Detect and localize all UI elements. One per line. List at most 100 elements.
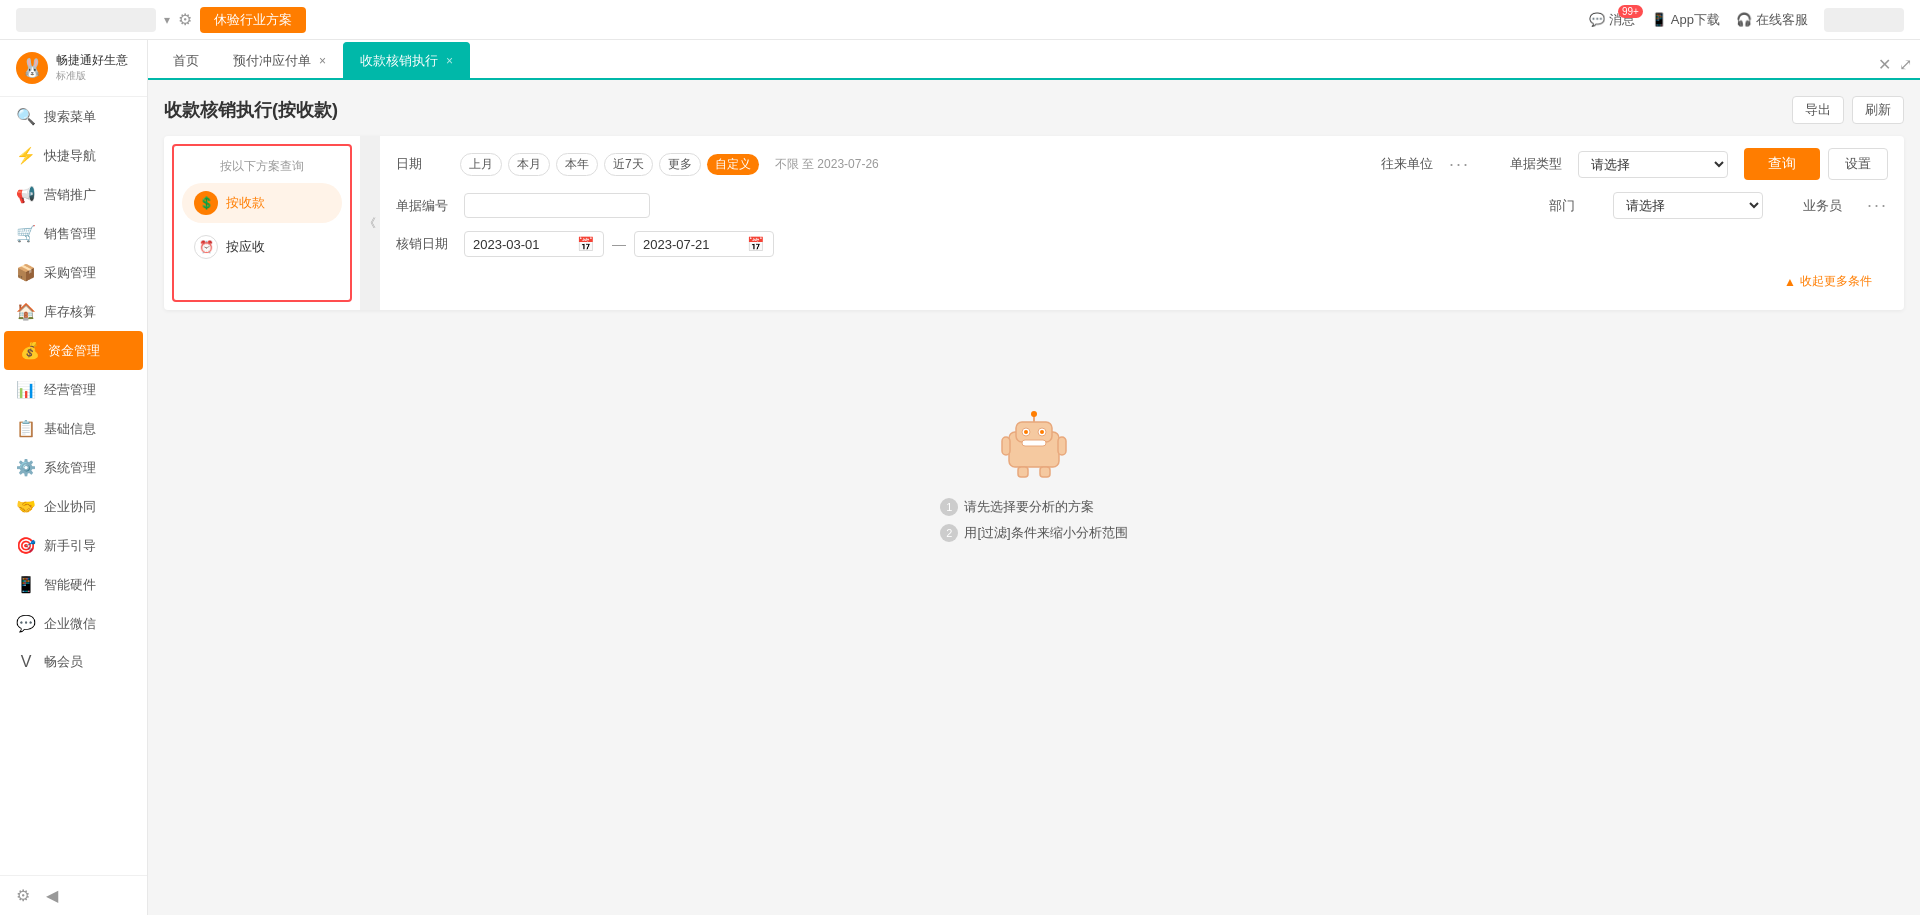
tab-home[interactable]: 首页 (156, 42, 216, 78)
sidebar-item-label: 采购管理 (44, 264, 96, 282)
date-btn-more[interactable]: 更多 (659, 153, 701, 176)
tab-prepay-close[interactable]: × (319, 54, 326, 68)
sidebar-item-member[interactable]: V 畅会员 (0, 643, 147, 681)
date-range-text: 不限 至 2023-07-26 (775, 156, 879, 173)
collapse-sidebar-icon[interactable]: ◀ (46, 886, 58, 905)
online-service-label: 在线客服 (1756, 11, 1808, 29)
sidebar-item-finance[interactable]: 💰 资金管理 (4, 331, 143, 370)
sidebar-item-hardware[interactable]: 📱 智能硬件 (0, 565, 147, 604)
query-by-receivable[interactable]: ⏰ 按应收 (182, 227, 342, 267)
verify-date-end-box: 📅 (634, 231, 774, 257)
sidebar-item-label: 资金管理 (48, 342, 100, 360)
app-download[interactable]: 📱 App下载 (1651, 11, 1720, 29)
empty-hint-2-text: 用[过滤]条件来缩小分析范围 (964, 524, 1127, 542)
sidebar-item-operations[interactable]: 📊 经营管理 (0, 370, 147, 409)
counterparty-select-btn[interactable]: ··· (1449, 154, 1470, 175)
calendar-start-icon[interactable]: 📅 (577, 236, 594, 252)
empty-hints: 1 请先选择要分析的方案 2 用[过滤]条件来缩小分析范围 (940, 498, 1127, 542)
user-info (1824, 8, 1904, 32)
sidebar-item-label: 基础信息 (44, 420, 96, 438)
tab-receipt-offset-close[interactable]: × (446, 54, 453, 68)
tab-prepay[interactable]: 预付冲应付单 × (216, 42, 343, 78)
date-btn-this-month[interactable]: 本月 (508, 153, 550, 176)
search-icon: 🔍 (16, 107, 36, 126)
tab-maximize-button[interactable]: ⤢ (1899, 55, 1912, 74)
date-btn-7days[interactable]: 近7天 (604, 153, 653, 176)
svg-point-12 (1031, 411, 1037, 417)
solution-button[interactable]: 休验行业方案 (200, 7, 306, 33)
sidebar-item-wechat[interactable]: 💬 企业微信 (0, 604, 147, 643)
chevron-down-icon[interactable]: ▾ (164, 13, 170, 27)
sidebar-item-label: 经营管理 (44, 381, 96, 399)
by-receipt-label: 按收款 (226, 194, 265, 212)
top-bar-right: 💬 消息 99+ 📱 App下载 🎧 在线客服 (1589, 8, 1904, 32)
query-by-receipt[interactable]: 💲 按收款 (182, 183, 342, 223)
verify-date-start-input[interactable] (473, 237, 573, 252)
date-custom-tag[interactable]: 自定义 (707, 154, 759, 175)
filter-fields: 日期 上月 本月 本年 近7天 更多 自定义 不限 至 2023-07-26 往… (380, 136, 1904, 310)
sidebar-bottom: ⚙ ◀ (0, 875, 147, 915)
hint-num-2: 2 (940, 524, 958, 542)
chat-icon: 💬 (1589, 12, 1605, 27)
query-type-panel: 按以下方案查询 💲 按收款 ⏰ 按应收 (172, 144, 352, 302)
gear-icon[interactable]: ⚙ (178, 10, 192, 29)
date-quick-group: 上月 本月 本年 近7天 更多 自定义 (460, 153, 759, 176)
setting-button[interactable]: 设置 (1828, 148, 1888, 180)
sidebar-item-quicknav[interactable]: ⚡ 快捷导航 (0, 136, 147, 175)
online-service[interactable]: 🎧 在线客服 (1736, 11, 1808, 29)
doc-type-select[interactable]: 请选择 (1578, 151, 1728, 178)
guide-icon: 🎯 (16, 536, 36, 555)
dept-select[interactable]: 请选择 (1613, 192, 1763, 219)
sidebar-item-search[interactable]: 🔍 搜索菜单 (0, 97, 147, 136)
sidebar-item-guide[interactable]: 🎯 新手引导 (0, 526, 147, 565)
counterparty-label: 往来单位 (1381, 155, 1433, 173)
dept-label: 部门 (1549, 197, 1597, 215)
sidebar-item-system[interactable]: ⚙️ 系统管理 (0, 448, 147, 487)
query-type-title: 按以下方案查询 (182, 158, 342, 175)
sidebar-item-inventory[interactable]: 🏠 库存核算 (0, 292, 147, 331)
sidebar-item-enterprise[interactable]: 🤝 企业协同 (0, 487, 147, 526)
sidebar-item-label: 搜索菜单 (44, 108, 96, 126)
app-download-label: App下载 (1671, 11, 1720, 29)
date-btn-this-year[interactable]: 本年 (556, 153, 598, 176)
sidebar-item-marketing[interactable]: 📢 营销推广 (0, 175, 147, 214)
system-icon: ⚙️ (16, 458, 36, 477)
logo-text-group: 畅捷通好生意 标准版 (56, 53, 128, 83)
filter-action-btns: 查询 设置 (1744, 148, 1888, 180)
filter-row-3: 核销日期 📅 — 📅 (396, 231, 1888, 257)
collapse-panel-button[interactable]: 《 (360, 136, 380, 310)
date-btn-last-month[interactable]: 上月 (460, 153, 502, 176)
main-layout: 🐰 畅捷通好生意 标准版 🔍 搜索菜单 ⚡ 快捷导航 📢 营销推广 🛒 销售管理… (0, 40, 1920, 915)
sidebar-item-label: 新手引导 (44, 537, 96, 555)
tab-prepay-label: 预付冲应付单 (233, 52, 311, 70)
page-title: 收款核销执行(按收款) (164, 98, 338, 122)
empty-hint-2: 2 用[过滤]条件来缩小分析范围 (940, 524, 1127, 542)
purchase-icon: 📦 (16, 263, 36, 282)
export-button[interactable]: 导出 (1792, 96, 1844, 124)
message-icon-group[interactable]: 💬 消息 99+ (1589, 11, 1635, 29)
sidebar-item-sales[interactable]: 🛒 销售管理 (0, 214, 147, 253)
collapse-more-button[interactable]: ▲ 收起更多条件 (1784, 273, 1872, 290)
query-button[interactable]: 查询 (1744, 148, 1820, 180)
doc-no-input[interactable] (464, 193, 650, 218)
calendar-end-icon[interactable]: 📅 (747, 236, 764, 252)
tab-close-all-button[interactable]: ✕ (1878, 55, 1891, 74)
refresh-button[interactable]: 刷新 (1852, 96, 1904, 124)
svg-rect-9 (1018, 467, 1028, 477)
operations-icon: 📊 (16, 380, 36, 399)
svg-rect-10 (1040, 467, 1050, 477)
verify-date-label: 核销日期 (396, 235, 448, 253)
sidebar-item-purchase[interactable]: 📦 采购管理 (0, 253, 147, 292)
svg-point-5 (1040, 430, 1044, 434)
tab-home-label: 首页 (173, 52, 199, 70)
staff-select-btn[interactable]: ··· (1867, 195, 1888, 216)
wechat-icon: 💬 (16, 614, 36, 633)
verify-date-start-box: 📅 (464, 231, 604, 257)
sidebar-item-basic-info[interactable]: 📋 基础信息 (0, 409, 147, 448)
settings-bottom-icon[interactable]: ⚙ (16, 886, 30, 905)
sales-icon: 🛒 (16, 224, 36, 243)
verify-date-end-input[interactable] (643, 237, 743, 252)
tab-receipt-offset[interactable]: 收款核销执行 × (343, 42, 470, 78)
basicinfo-icon: 📋 (16, 419, 36, 438)
logo-name: 畅捷通好生意 (56, 53, 128, 69)
